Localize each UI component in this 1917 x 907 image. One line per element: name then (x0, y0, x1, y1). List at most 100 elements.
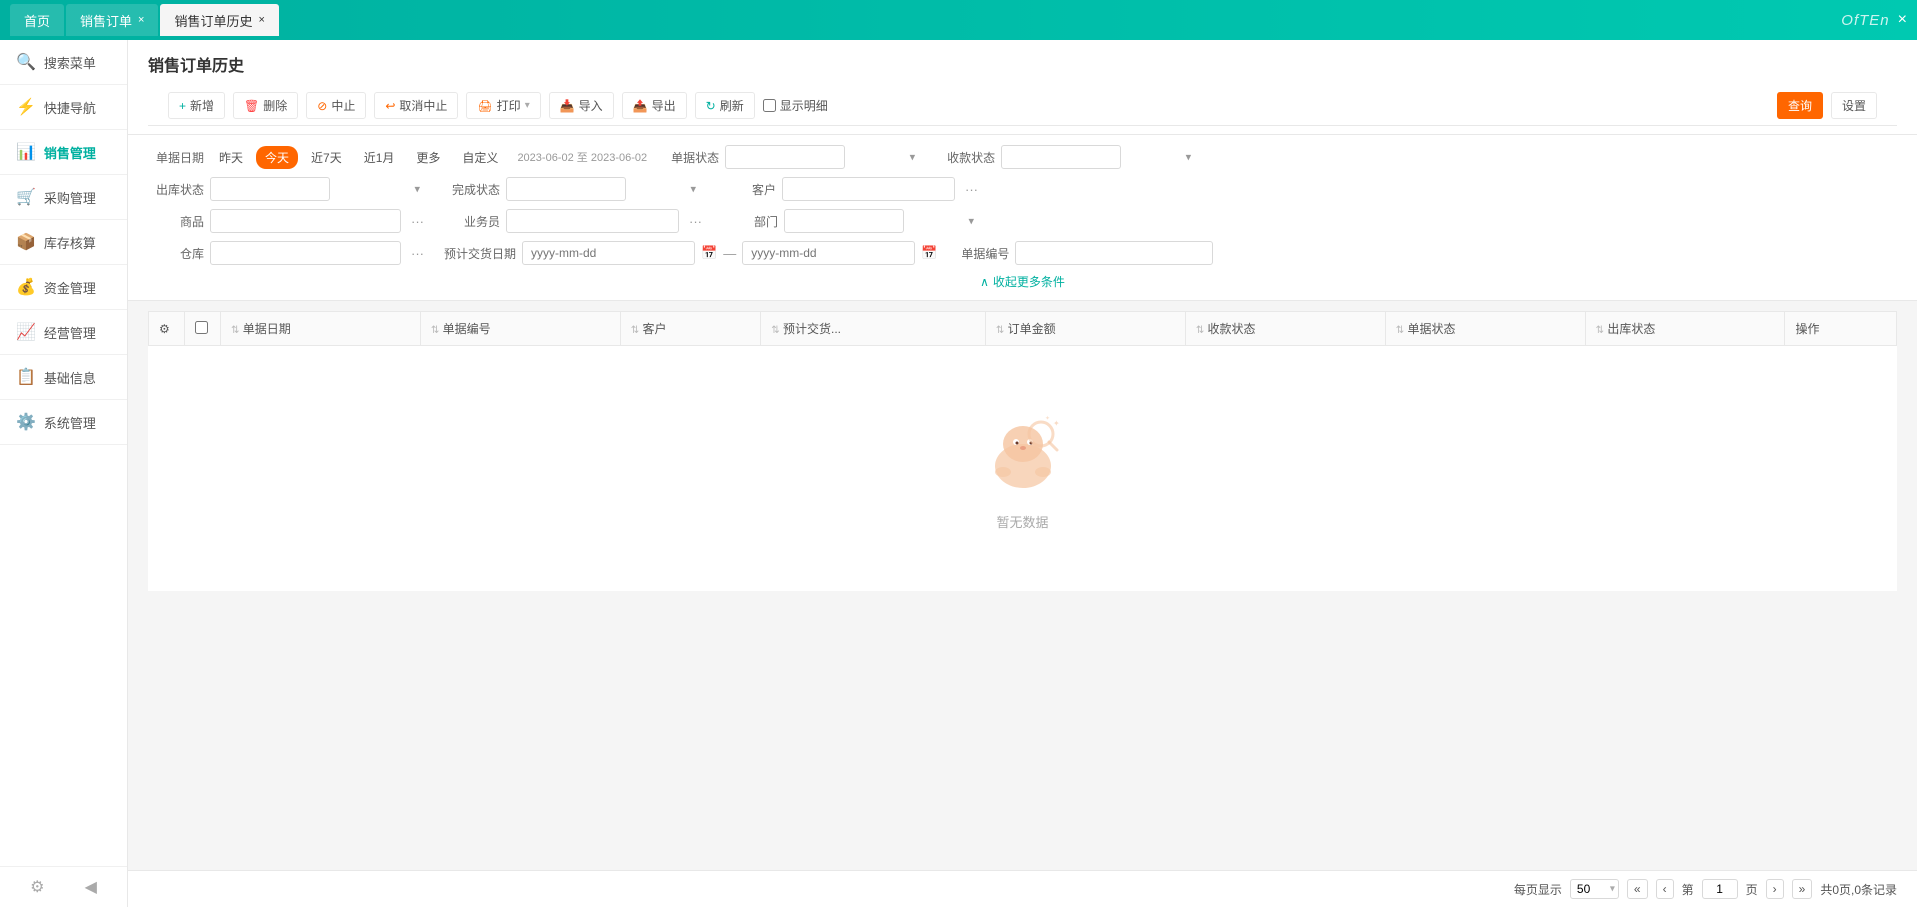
th-customer[interactable]: ⇅ 客户 (620, 312, 760, 346)
print-button[interactable]: 🖨 打印 ▾ (466, 92, 540, 119)
topbar-right: OfTEn × (1841, 11, 1907, 29)
display-detail-input[interactable] (763, 99, 776, 112)
search-menu-icon: 🔍 (16, 52, 36, 72)
stop-button[interactable]: ⊘ 中止 (306, 92, 366, 119)
doc-status-select-wrapper (725, 145, 923, 169)
sidebar-item-purchase-mgmt[interactable]: 🛒 采购管理 (0, 175, 127, 220)
topbar-close-btn[interactable]: × (1898, 11, 1907, 29)
delivery-date-from-input[interactable] (522, 241, 695, 265)
th-checkbox[interactable] (185, 312, 221, 346)
th-doc-no[interactable]: ⇅ 单据编号 (420, 312, 620, 346)
tab-sales-order-history-close[interactable]: × (258, 14, 264, 26)
sidebar-item-search-menu[interactable]: 🔍 搜索菜单 (0, 40, 127, 85)
salesperson-input[interactable] (506, 209, 679, 233)
date-tag-1month[interactable]: 近1月 (355, 146, 404, 169)
sort-icon-left: ⇅ (231, 325, 239, 336)
tab-sales-order-close[interactable]: × (138, 14, 144, 26)
date-tag-custom[interactable]: 自定义 (453, 146, 507, 169)
empty-row: ✦ ✦ 暂无数据 (149, 346, 1897, 592)
cancel-stop-label: 取消中止 (399, 97, 447, 114)
date-tag-yesterday[interactable]: 昨天 (210, 146, 252, 169)
table-area: ⚙ ⇅ 单据日期 ⇅ 单据编号 (128, 301, 1917, 870)
th-doc-status[interactable]: ⇅ 单据状态 (1385, 312, 1585, 346)
sidebar-item-operations-label: 经营管理 (44, 323, 96, 342)
delivery-date-to-input[interactable] (742, 241, 915, 265)
display-detail-checkbox[interactable]: 显示明细 (763, 97, 828, 114)
page-title: 销售订单历史 (148, 52, 1897, 76)
date-tag-more[interactable]: 更多 (407, 146, 449, 169)
add-label: 新增 (190, 97, 214, 114)
sidebar-item-system-mgmt[interactable]: ⚙️ 系统管理 (0, 400, 127, 445)
sidebar-item-sales-mgmt[interactable]: 📊 销售管理 (0, 130, 127, 175)
salesperson-label: 业务员 (444, 213, 500, 230)
payment-status-select[interactable] (1001, 145, 1121, 169)
cancel-stop-button[interactable]: ↩ 取消中止 (374, 92, 458, 119)
settings-button[interactable]: 设置 (1831, 92, 1877, 119)
complete-status-select[interactable] (506, 177, 626, 201)
sidebar-item-base-info[interactable]: 📋 基础信息 (0, 355, 127, 400)
tab-home[interactable]: 首页 (10, 4, 64, 36)
department-label: 部门 (722, 213, 778, 230)
delivery-date-to-calendar-icon[interactable]: 📅 (921, 245, 937, 261)
refresh-button[interactable]: ↻ 刷新 (695, 92, 755, 119)
warehouse-label: 仓库 (148, 245, 204, 262)
next-page-button[interactable]: › (1766, 879, 1784, 899)
th-operation-label: 操作 (1795, 322, 1819, 336)
customer-input[interactable] (782, 177, 955, 201)
th-doc-date[interactable]: ⇅ 单据日期 (221, 312, 421, 346)
date-tag-today[interactable]: 今天 (256, 146, 298, 169)
outbound-status-select[interactable] (210, 177, 330, 201)
empty-cell: ✦ ✦ 暂无数据 (149, 346, 1897, 592)
page-number-input[interactable] (1702, 879, 1738, 899)
first-page-button[interactable]: « (1627, 879, 1648, 899)
date-dash: — (723, 246, 736, 261)
th-order-amount[interactable]: ⇅ 订单金额 (985, 312, 1185, 346)
th-delivery-status[interactable]: ⇅ 出库状态 (1585, 312, 1785, 346)
sort-icon-doc-status: ⇅ (1396, 325, 1404, 336)
page-label-prefix: 第 (1682, 881, 1694, 898)
doc-status-select[interactable] (725, 145, 845, 169)
operations-icon: 📈 (16, 322, 36, 342)
th-settings[interactable]: ⚙ (149, 312, 185, 346)
query-button[interactable]: 查询 (1777, 92, 1823, 119)
complete-status-label: 完成状态 (444, 181, 500, 198)
date-tag-7days[interactable]: 近7天 (302, 146, 351, 169)
tab-home-label: 首页 (24, 11, 50, 30)
export-button[interactable]: 📤 导出 (622, 92, 687, 119)
customer-ellipsis[interactable]: ··· (961, 182, 982, 197)
doc-no-input[interactable] (1015, 241, 1213, 265)
sidebar-collapse-icon[interactable]: ◀ (85, 877, 97, 897)
sidebar-item-inventory[interactable]: 📦 库存核算 (0, 220, 127, 265)
delivery-date-from-calendar-icon[interactable]: 📅 (701, 245, 717, 261)
department-select[interactable] (784, 209, 904, 233)
th-delivery-status-label: 出库状态 (1607, 322, 1655, 336)
tab-sales-order-history[interactable]: 销售订单历史 × (160, 4, 278, 36)
tab-sales-order[interactable]: 销售订单 × (66, 4, 158, 36)
complete-status-select-wrapper (506, 177, 704, 201)
delete-button[interactable]: 🗑 删除 (233, 92, 298, 119)
goods-input[interactable] (210, 209, 401, 233)
doc-no-label: 单据编号 (953, 245, 1009, 262)
add-button[interactable]: + 新增 (168, 92, 225, 119)
collapse-button[interactable]: ∧ 收起更多条件 (148, 273, 1897, 290)
select-all-checkbox[interactable] (195, 321, 208, 334)
prev-page-button[interactable]: ‹ (1656, 879, 1674, 899)
warehouse-ellipsis[interactable]: ··· (407, 246, 428, 261)
salesperson-ellipsis[interactable]: ··· (685, 214, 706, 229)
warehouse-input[interactable] (210, 241, 401, 265)
goods-ellipsis[interactable]: ··· (407, 214, 428, 229)
th-payment-status[interactable]: ⇅ 收款状态 (1185, 312, 1385, 346)
goods-label: 商品 (148, 213, 204, 230)
th-doc-status-label: 单据状态 (1407, 322, 1455, 336)
sidebar-item-finance[interactable]: 💰 资金管理 (0, 265, 127, 310)
filter-row-2: 出库状态 完成状态 客户 (148, 177, 1897, 201)
import-button[interactable]: 📥 导入 (549, 92, 614, 119)
per-page-select[interactable]: 50 10 20 100 (1570, 879, 1619, 899)
sidebar-item-operations[interactable]: 📈 经营管理 (0, 310, 127, 355)
sidebar-item-quick-nav[interactable]: ⚡ 快捷导航 (0, 85, 127, 130)
doc-date-label: 单据日期 (148, 149, 204, 166)
last-page-button[interactable]: » (1792, 879, 1813, 899)
th-delivery-date[interactable]: ⇅ 预计交货... (761, 312, 986, 346)
sidebar-settings-icon[interactable]: ⚙ (30, 877, 44, 897)
top-bar: 首页 销售订单 × 销售订单历史 × OfTEn × (0, 0, 1917, 40)
